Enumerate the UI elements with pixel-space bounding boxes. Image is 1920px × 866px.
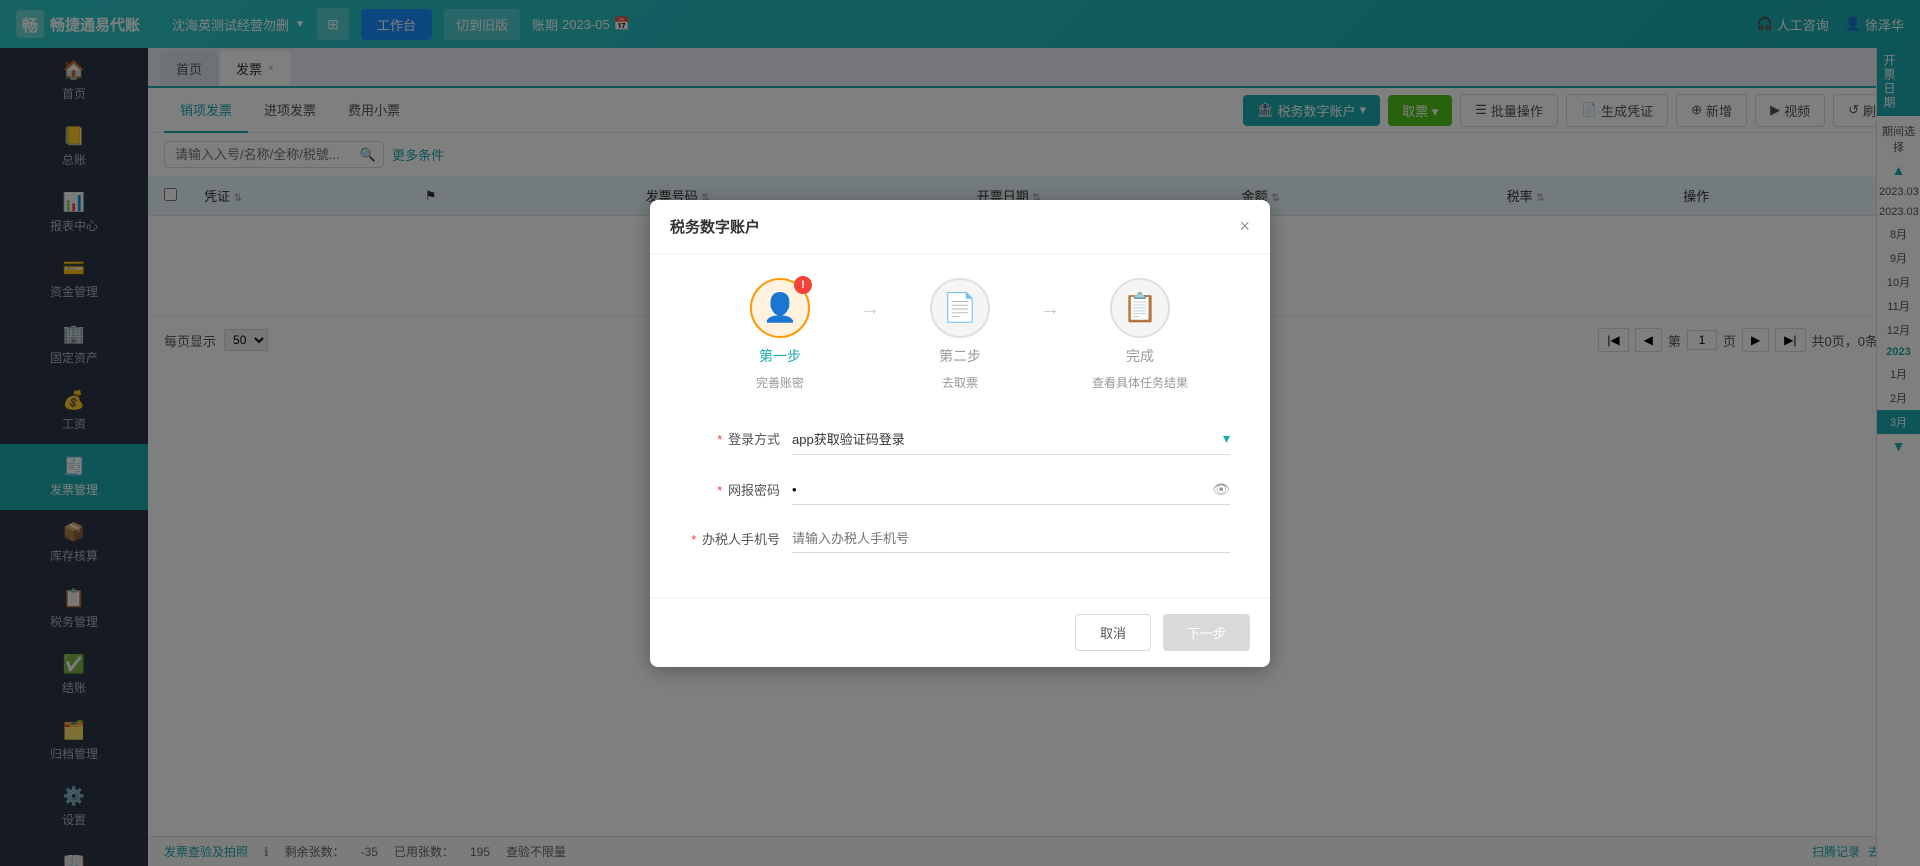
modal-close-button[interactable]: × bbox=[1239, 216, 1250, 237]
step-3-title: 完成 bbox=[1126, 346, 1154, 366]
password-wrap: 👁 bbox=[792, 475, 1230, 505]
step-1-person-icon: 👤 bbox=[763, 291, 798, 324]
step-3: 📋 完成 查看具体任务结果 bbox=[1060, 278, 1220, 391]
modal-header: 税务数字账户 × bbox=[650, 200, 1270, 254]
step-2-doc-icon: 📄 bbox=[943, 291, 978, 324]
password-label: * 网报密码 bbox=[690, 480, 780, 499]
cancel-button[interactable]: 取消 bbox=[1075, 614, 1151, 651]
login-method-select[interactable]: app获取验证码登录 ▾ bbox=[792, 423, 1230, 455]
modal-footer: 取消 下一步 bbox=[650, 597, 1270, 667]
step-3-clipboard-icon: 📋 bbox=[1123, 291, 1158, 324]
modal-body: 👤 ! 第一步 完善账密 → 📄 第二步 去取票 → bbox=[650, 254, 1270, 597]
step-3-icon: 📋 bbox=[1110, 278, 1170, 338]
step-1-error-badge: ! bbox=[794, 276, 812, 294]
step-2-icon: 📄 bbox=[930, 278, 990, 338]
step-1-title: 第一步 bbox=[759, 346, 801, 366]
modal-overlay[interactable]: 税务数字账户 × 👤 ! 第一步 完善账密 → 📄 bbox=[0, 0, 1920, 866]
phone-label: * 办税人手机号 bbox=[690, 529, 780, 548]
step-2-title: 第二步 bbox=[939, 346, 981, 366]
login-method-row: * 登录方式 app获取验证码登录 ▾ bbox=[690, 423, 1230, 455]
select-dropdown-icon: ▾ bbox=[1223, 430, 1230, 447]
login-method-value: app获取验证码登录 bbox=[792, 429, 905, 448]
password-input[interactable] bbox=[792, 482, 1212, 497]
step-arrow-2: → bbox=[1040, 278, 1060, 321]
step-2-desc: 去取票 bbox=[942, 374, 978, 391]
password-row: * 网报密码 👁 bbox=[690, 475, 1230, 505]
step-3-desc: 查看具体任务结果 bbox=[1092, 374, 1188, 391]
modal-tax-digital: 税务数字账户 × 👤 ! 第一步 完善账密 → 📄 bbox=[650, 200, 1270, 667]
phone-row: * 办税人手机号 bbox=[690, 525, 1230, 553]
step-2: 📄 第二步 去取票 bbox=[880, 278, 1040, 391]
login-method-label: * 登录方式 bbox=[690, 429, 780, 448]
step-1-desc: 完善账密 bbox=[756, 374, 804, 391]
step-arrow-1: → bbox=[860, 278, 880, 321]
next-button[interactable]: 下一步 bbox=[1163, 614, 1250, 651]
eye-icon[interactable]: 👁 bbox=[1212, 481, 1230, 498]
steps: 👤 ! 第一步 完善账密 → 📄 第二步 去取票 → bbox=[690, 278, 1230, 391]
step-1: 👤 ! 第一步 完善账密 bbox=[700, 278, 860, 391]
step-1-icon: 👤 ! bbox=[750, 278, 810, 338]
phone-input[interactable] bbox=[792, 525, 1230, 553]
modal-title: 税务数字账户 bbox=[670, 216, 760, 237]
